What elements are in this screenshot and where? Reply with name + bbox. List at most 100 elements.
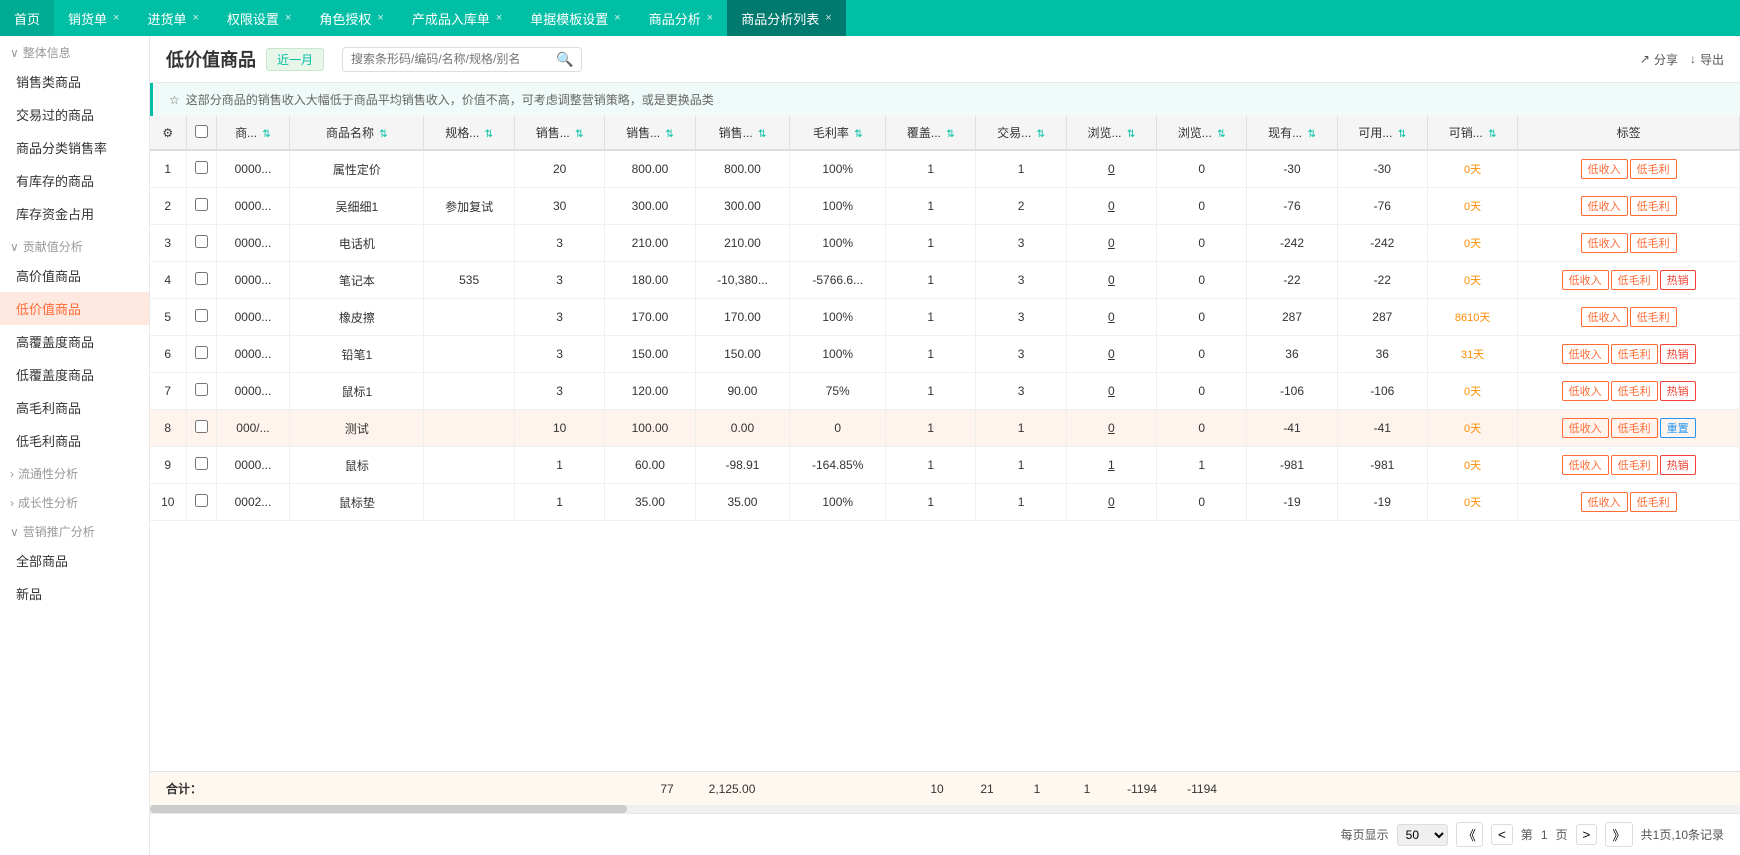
col-browse2[interactable]: 浏览... ⇅ <box>1157 116 1247 150</box>
nav-sales-order[interactable]: 销货单 × <box>54 0 133 36</box>
row-select-checkbox[interactable] <box>195 494 208 507</box>
col-trade[interactable]: 交易... ⇅ <box>976 116 1066 150</box>
sidebar-item-sales-goods[interactable]: 销售类商品 <box>0 65 149 98</box>
nav-template-settings[interactable]: 单据模板设置 × <box>516 0 634 36</box>
row-checkbox[interactable] <box>186 336 216 373</box>
row-select-checkbox[interactable] <box>195 272 208 285</box>
col-gross-rate[interactable]: 毛利率 ⇅ <box>790 116 886 150</box>
row-browse1[interactable]: 0 <box>1066 336 1156 373</box>
col-code[interactable]: 商... ⇅ <box>216 116 290 150</box>
row-select-checkbox[interactable] <box>195 346 208 359</box>
col-sales-qty[interactable]: 销售... ⇅ <box>514 116 604 150</box>
sidebar-item-stock-capital[interactable]: 库存资金占用 <box>0 197 149 230</box>
browse1-value[interactable]: 1 <box>1108 458 1115 472</box>
row-select-checkbox[interactable] <box>195 383 208 396</box>
search-input[interactable] <box>351 52 551 66</box>
period-button[interactable]: 近一月 <box>266 48 324 71</box>
sidebar-item-low-coverage[interactable]: 低覆盖度商品 <box>0 358 149 391</box>
row-browse1[interactable]: 0 <box>1066 373 1156 410</box>
nav-permission-settings[interactable]: 权限设置 × <box>213 0 305 36</box>
row-select-checkbox[interactable] <box>195 457 208 470</box>
col-sales-cost[interactable]: 销售... ⇅ <box>695 116 790 150</box>
browse1-value[interactable]: 0 <box>1108 495 1115 509</box>
sidebar-item-category-sales-rate[interactable]: 商品分类销售率 <box>0 131 149 164</box>
nav-product-inbound[interactable]: 产成品入库单 × <box>398 0 516 36</box>
browse1-value[interactable]: 0 <box>1108 310 1115 324</box>
row-checkbox[interactable] <box>186 299 216 336</box>
nav-close-purchase[interactable]: × <box>192 12 198 24</box>
browse1-value[interactable]: 0 <box>1108 273 1115 287</box>
row-browse1[interactable]: 0 <box>1066 484 1156 521</box>
nav-close-list[interactable]: × <box>825 12 831 24</box>
col-saleable[interactable]: 可销... ⇅ <box>1427 116 1517 150</box>
row-select-checkbox[interactable] <box>195 420 208 433</box>
row-select-checkbox[interactable] <box>195 161 208 174</box>
nav-close-permission[interactable]: × <box>285 12 291 24</box>
nav-home[interactable]: 首页 <box>0 0 54 36</box>
sidebar-item-high-margin[interactable]: 高毛利商品 <box>0 391 149 424</box>
nav-role-auth[interactable]: 角色授权 × <box>305 0 397 36</box>
share-button[interactable]: ↗ 分享 <box>1640 51 1678 68</box>
sidebar-item-low-value[interactable]: 低价值商品 <box>0 292 149 325</box>
row-select-checkbox[interactable] <box>195 198 208 211</box>
nav-close-analysis[interactable]: × <box>707 12 713 24</box>
row-browse1[interactable]: 0 <box>1066 225 1156 262</box>
row-browse1[interactable]: 0 <box>1066 150 1156 188</box>
browse1-value[interactable]: 0 <box>1108 347 1115 361</box>
row-select-checkbox[interactable] <box>195 309 208 322</box>
nav-close-product[interactable]: × <box>496 12 502 24</box>
row-checkbox[interactable] <box>186 225 216 262</box>
col-coverage[interactable]: 覆盖... ⇅ <box>886 116 976 150</box>
sidebar-item-low-margin[interactable]: 低毛利商品 <box>0 424 149 457</box>
nav-product-analysis[interactable]: 商品分析 × <box>635 0 727 36</box>
row-checkbox[interactable] <box>186 447 216 484</box>
nav-close-sales[interactable]: × <box>113 12 119 24</box>
sidebar-group-contribution[interactable]: ∨ 贡献值分析 <box>0 230 149 259</box>
sidebar-item-stocked-goods[interactable]: 有库存的商品 <box>0 164 149 197</box>
sidebar-group-marketing[interactable]: ∨ 营销推广分析 <box>0 515 149 544</box>
browse1-value[interactable]: 0 <box>1108 421 1115 435</box>
last-page-button[interactable]: 》 <box>1605 822 1632 847</box>
row-checkbox[interactable] <box>186 262 216 299</box>
row-browse1[interactable]: 0 <box>1066 262 1156 299</box>
horizontal-scrollbar[interactable] <box>150 805 1740 813</box>
browse1-value[interactable]: 0 <box>1108 199 1115 213</box>
col-stock-now[interactable]: 现有... ⇅ <box>1247 116 1337 150</box>
scrollbar-thumb[interactable] <box>150 805 627 813</box>
sidebar-group-growth[interactable]: › 成长性分析 <box>0 486 149 515</box>
col-sales-price[interactable]: 销售... ⇅ <box>605 116 695 150</box>
next-page-button[interactable]: > <box>1576 824 1598 845</box>
row-checkbox[interactable] <box>186 410 216 447</box>
row-browse1[interactable]: 0 <box>1066 410 1156 447</box>
col-browse1[interactable]: 浏览... ⇅ <box>1066 116 1156 150</box>
sidebar-item-high-value[interactable]: 高价值商品 <box>0 259 149 292</box>
col-spec[interactable]: 规格... ⇅ <box>424 116 515 150</box>
prev-page-button[interactable]: < <box>1491 824 1513 845</box>
browse1-value[interactable]: 0 <box>1108 384 1115 398</box>
nav-analysis-list[interactable]: 商品分析列表 × <box>727 0 845 36</box>
browse1-value[interactable]: 0 <box>1108 162 1115 176</box>
row-browse1[interactable]: 0 <box>1066 188 1156 225</box>
export-button[interactable]: ↓ 导出 <box>1690 51 1724 68</box>
nav-purchase-order[interactable]: 进货单 × <box>133 0 212 36</box>
row-checkbox[interactable] <box>186 188 216 225</box>
row-browse1[interactable]: 0 <box>1066 299 1156 336</box>
select-all-checkbox[interactable] <box>195 125 208 138</box>
nav-close-role[interactable]: × <box>377 12 383 24</box>
col-settings[interactable]: ⚙ <box>150 116 186 150</box>
sidebar-item-all-goods[interactable]: 全部商品 <box>0 544 149 577</box>
row-browse1[interactable]: 1 <box>1066 447 1156 484</box>
sidebar-item-traded-goods[interactable]: 交易过的商品 <box>0 98 149 131</box>
col-available[interactable]: 可用... ⇅ <box>1337 116 1427 150</box>
browse1-value[interactable]: 0 <box>1108 236 1115 250</box>
row-checkbox[interactable] <box>186 484 216 521</box>
sidebar-group-overall[interactable]: ∨ 整体信息 <box>0 36 149 65</box>
row-checkbox[interactable] <box>186 373 216 410</box>
search-icon[interactable]: 🔍 <box>556 51 573 68</box>
sidebar-group-circulation[interactable]: › 流通性分析 <box>0 457 149 486</box>
page-size-select[interactable]: 50 100 200 <box>1397 824 1448 846</box>
row-select-checkbox[interactable] <box>195 235 208 248</box>
col-name[interactable]: 商品名称 ⇅ <box>290 116 424 150</box>
sidebar-item-new-goods[interactable]: 新品 <box>0 577 149 610</box>
sidebar-item-high-coverage[interactable]: 高覆盖度商品 <box>0 325 149 358</box>
